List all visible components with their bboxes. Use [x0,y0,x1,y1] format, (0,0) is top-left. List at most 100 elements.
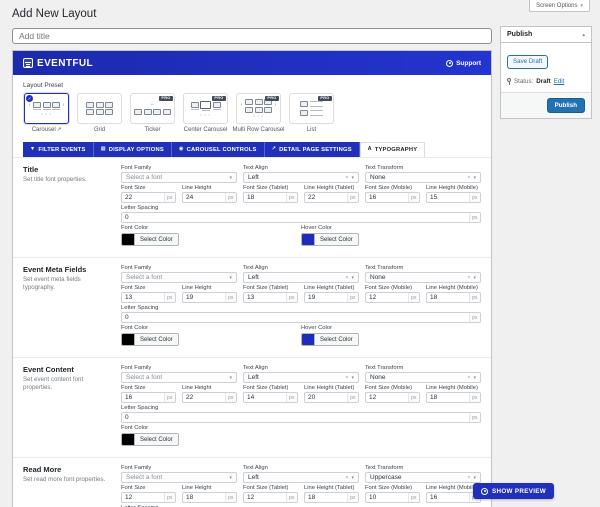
field-label: Font Size [121,185,146,191]
preset-card-list[interactable]: PRO [289,93,334,124]
px-unit-label: px [468,293,480,302]
collapse-toggle-icon[interactable]: ▴ [582,32,585,38]
event-content-line-height: px [182,392,237,403]
show-preview-button[interactable]: SHOW PREVIEW [473,483,554,499]
event-content-font-family-select[interactable]: Select a font ▾ [121,372,237,383]
save-draft-button[interactable]: Save Draft [507,54,549,69]
check-badge-icon: ✓ [26,95,33,102]
read-more-line-height-input[interactable] [183,493,225,502]
title-line-height-tablet-input[interactable] [305,193,347,202]
title-input[interactable] [12,28,492,44]
select-value: Left [248,174,259,181]
plugin-brand: EVENTFUL [23,58,93,69]
title-font-size-mobile: px [365,192,420,203]
event-content-text-align-select[interactable]: Left × ▾ [243,372,359,383]
section-description: Set event content font properties. [23,376,84,392]
tab-carousel-controls[interactable]: ◉ CAROUSEL CONTROLS [171,142,265,157]
event-content-text-transform-select[interactable]: None × ▾ [365,372,481,383]
clear-x-icon[interactable]: × [467,275,470,281]
title-font-size-input[interactable] [122,193,164,202]
event-meta-fields-font-family-select[interactable]: Select a font ▾ [121,272,237,283]
tab-display-options[interactable]: ▦ DISPLAY OPTIONS [93,142,172,157]
preset-label: List [306,127,317,133]
event-meta-fields-text-transform-select[interactable]: None × ▾ [365,272,481,283]
title-font-family-select[interactable]: Select a font ▾ [121,172,237,183]
chevron-down-icon: ▾ [229,174,232,181]
event-content-font-size-tablet-input[interactable] [244,393,286,402]
preset-card-multi-row-carousel[interactable]: PRO ‹ › • • • [236,93,281,124]
event-meta-fields-text-align-select[interactable]: Left × ▾ [243,272,359,283]
clear-x-icon[interactable]: × [467,475,470,481]
title-font-size-mobile-input[interactable] [366,193,408,202]
support-link[interactable]: Support [446,59,481,67]
tab-filter-events[interactable]: ▼ FILTER EVENTS [23,142,94,157]
event-content-font-size-input[interactable] [122,393,164,402]
preset-multi-row-carousel: PRO ‹ › • • • Multi Row Carousel [232,93,285,133]
event-meta-fields-font-size-input[interactable] [122,293,164,302]
field-label: Line Height (Mobile) [426,185,478,191]
read-more-text-align-select[interactable]: Left × ▾ [243,472,359,483]
read-more-fields: Font Family Select a font ▾ Text Align Left ×… [121,465,481,507]
read-more-line-height-tablet-input[interactable] [305,493,347,502]
event-content-letter-spacing-input[interactable] [122,413,469,422]
read-more-text-transform-select[interactable]: Uppercase × ▾ [365,472,481,483]
event-content-font-size-mobile-input[interactable] [366,393,408,402]
event-meta-fields-line-height-tablet-input[interactable] [305,293,347,302]
event-meta-fields-font-size-mobile-input[interactable] [366,293,408,302]
funnel-icon: ▼ [30,145,36,152]
event-meta-fields-line-height-input[interactable] [183,293,225,302]
clear-x-icon[interactable]: × [345,375,348,381]
font_color-button[interactable]: Select Color [121,233,179,246]
font_color-button[interactable]: Select Color [121,433,179,446]
preset-card-ticker[interactable]: PRO ← [130,93,175,124]
publish-button[interactable]: Publish [546,97,585,113]
field-label: Text Transform [365,265,404,271]
read-more-info: Read More Set read more font properties. [23,465,121,507]
read-more-font-family-select[interactable]: Select a font ▾ [121,472,237,483]
event-meta-fields-line-height-mobile-input[interactable] [427,293,469,302]
read-more-line-height-mobile-input[interactable] [427,493,469,502]
field-label: Font Size (Tablet) [243,485,289,491]
field-label: Line Height (Tablet) [304,385,355,391]
tab-detail-page-settings[interactable]: ↗ DETAIL PAGE SETTINGS [264,142,360,157]
status-row: Status: Draft Edit [507,77,585,85]
title-text-transform-select[interactable]: None × ▾ [365,172,481,183]
px-unit-label: px [163,293,175,302]
status-edit-link[interactable]: Edit [554,78,565,85]
hover_color-button[interactable]: Select Color [301,333,359,346]
select-value: Left [248,474,259,481]
tab-label: DISPLAY OPTIONS [108,146,164,153]
title-line-height-tablet: px [304,192,359,203]
font_color-button[interactable]: Select Color [121,333,179,346]
title-line-height-input[interactable] [183,193,225,202]
clear-x-icon[interactable]: × [345,475,348,481]
preset-card-carousel[interactable]: ✓ ‹ › • • • [24,93,69,124]
publish-box: Publish ▴ Save Draft Status: Draft Edit … [500,26,592,119]
event-meta-fields-letter-spacing-input[interactable] [122,313,469,322]
title-line-height-mobile-input[interactable] [427,193,469,202]
event-content-line-height-tablet-input[interactable] [305,393,347,402]
select-value: None [370,274,386,281]
read-more-font-size-tablet-input[interactable] [244,493,286,502]
title-font-size-tablet-input[interactable] [244,193,286,202]
hover_color-button[interactable]: Select Color [301,233,359,246]
read-more-font-size-input[interactable] [122,493,164,502]
title-line-height-mobile: px [426,192,481,203]
event-content-letter-spacing: px [121,412,481,423]
screen-options-button[interactable]: Screen Options ▾ [529,0,590,12]
clear-x-icon[interactable]: × [467,375,470,381]
preset-card-grid[interactable] [77,93,122,124]
status-value: Draft [536,77,551,85]
event-content-line-height-mobile-input[interactable] [427,393,469,402]
title-text-align-select[interactable]: Left × ▾ [243,172,359,183]
font_color-swatch [122,434,135,445]
read-more-font-size-mobile-input[interactable] [366,493,408,502]
event-meta-fields-font-size-tablet-input[interactable] [244,293,286,302]
event-content-line-height-input[interactable] [183,393,225,402]
title-letter-spacing-input[interactable] [122,213,469,222]
preset-card-center-carousel[interactable]: PRO • • • [183,93,228,124]
clear-x-icon[interactable]: × [345,175,348,181]
clear-x-icon[interactable]: × [345,275,348,281]
tab-typography[interactable]: A TYPOGRAPHY [359,142,426,157]
clear-x-icon[interactable]: × [467,175,470,181]
